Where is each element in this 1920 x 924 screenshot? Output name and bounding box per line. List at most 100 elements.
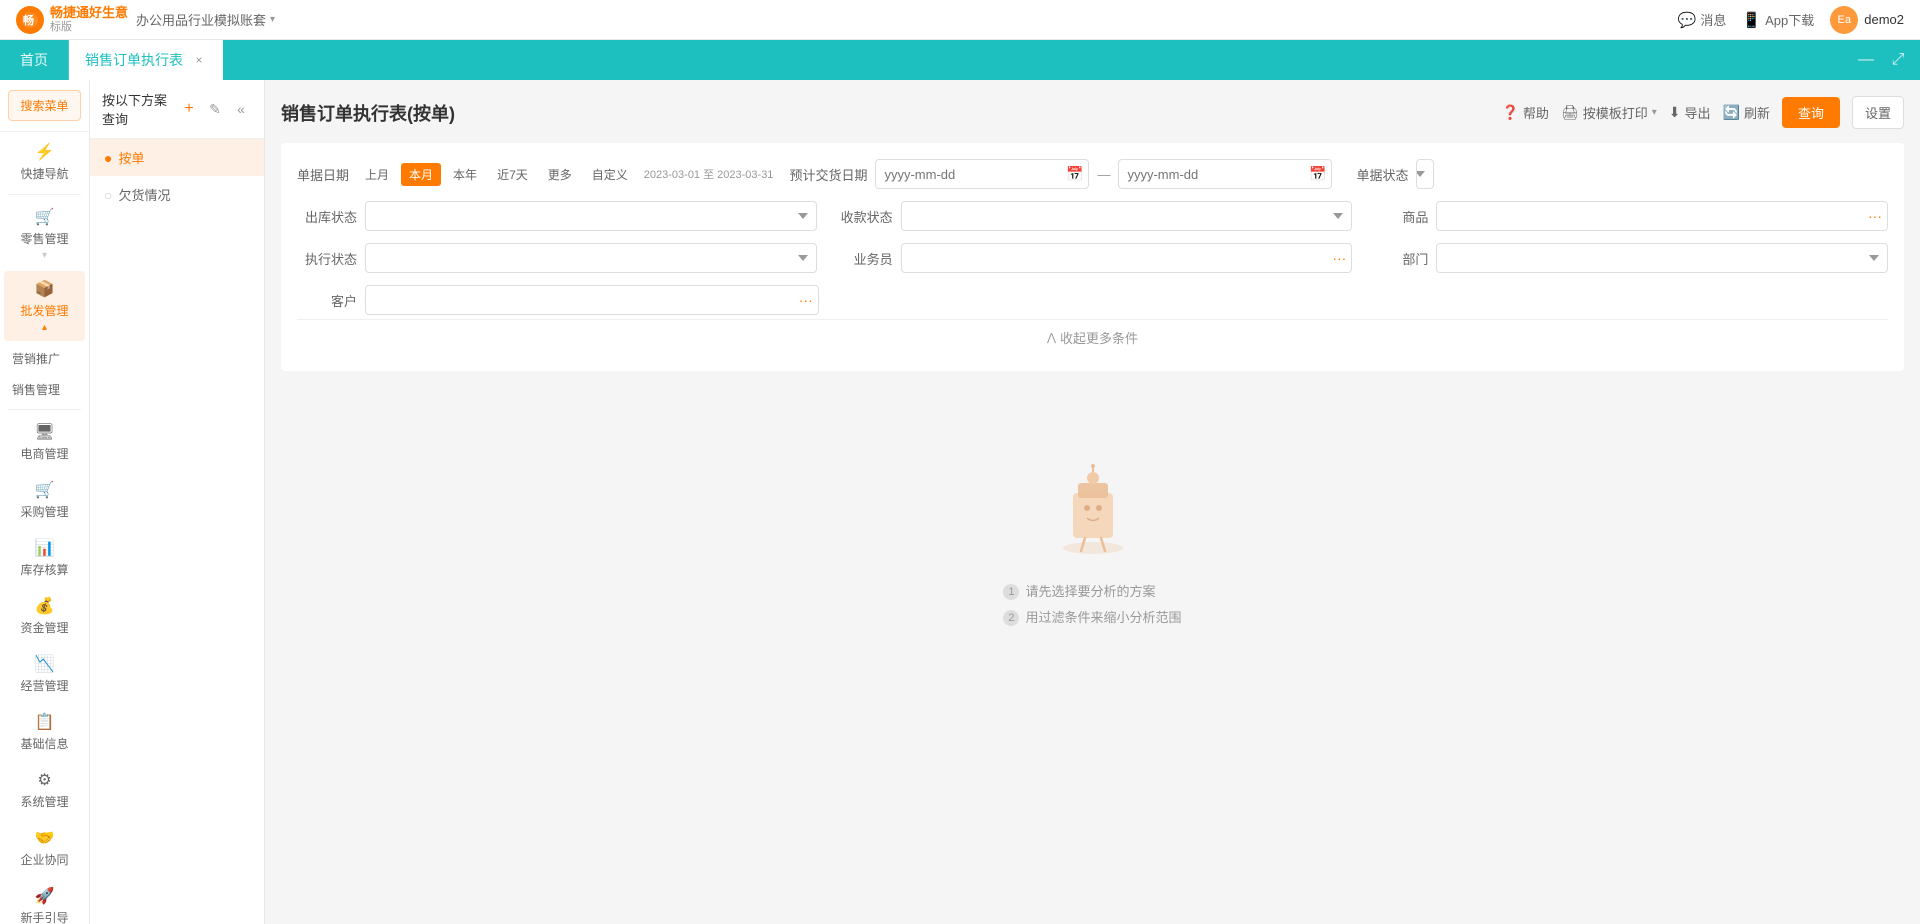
chevron-down-icon[interactable]: ▾ [270, 14, 275, 25]
user-area[interactable]: Ea demo2 [1830, 6, 1904, 34]
wholesale-arrow-icon: ▴ [42, 322, 47, 333]
header-left: 畅 畅捷通好生意 标版 办公用品行业模拟账套 ▾ [16, 5, 275, 34]
user-name: demo2 [1864, 12, 1904, 27]
edit-icon: ✎ [209, 101, 221, 118]
wholesale-label: 批发管理 [20, 302, 68, 319]
filter-row-4: 客户 ··· [297, 285, 1888, 315]
add-scheme-button[interactable]: + [178, 98, 200, 120]
page-actions: ❓ 帮助 🖨 按模板打印 ▾ ⬇ 导出 🔄 刷新 查询 [1501, 96, 1904, 129]
filter-row-1: 单据日期 上月 本月 本年 近7天 更多 自定义 2023-03-01 至 20… [297, 159, 1888, 189]
system-icon: ⚙ [37, 770, 51, 790]
expected-date-label: 预计交货日期 [789, 165, 867, 184]
refresh-label: 刷新 [1744, 103, 1770, 122]
date-label: 单据日期 [297, 165, 349, 184]
retail-label: 零售管理 [20, 230, 68, 247]
management-icon: 📉 [35, 654, 55, 674]
receive-status-select[interactable] [901, 201, 1353, 231]
sidebar-item-basic-info[interactable]: 📋 基础信息 [4, 704, 85, 760]
exec-status-label: 执行状态 [297, 249, 357, 268]
status-label: 单据状态 [1348, 165, 1408, 184]
app-download-button[interactable]: 📱 App下载 [1742, 10, 1814, 29]
scheme-label-欠货情况: 欠货情况 [118, 185, 170, 204]
app-title[interactable]: 办公用品行业模拟账套 ▾ [136, 10, 275, 29]
sidebar-item-guide[interactable]: 🚀 新手引导 [4, 878, 85, 924]
empty-tip-text-2: 用过滤条件来缩小分析范围 [1025, 605, 1181, 631]
settings-button[interactable]: 设置 [1852, 96, 1904, 129]
tab-minimize-button[interactable]: — [1852, 46, 1880, 74]
sidebar: 搜索菜单 ⚡ 快捷导航 🛒 零售管理 ▾ 📦 批发管理 ▴ 营销推广 销售管理 … [0, 80, 90, 924]
exec-status-select[interactable] [365, 243, 817, 273]
search-menu-button[interactable]: 搜索菜单 [8, 90, 81, 121]
sidebar-item-wholesale[interactable]: 📦 批发管理 ▴ [4, 271, 85, 341]
customer-input[interactable] [365, 285, 819, 315]
sidebar-item-management[interactable]: 📉 经营管理 [4, 646, 85, 702]
edit-scheme-button[interactable]: ✎ [204, 98, 226, 120]
status-filter-group: 单据状态 [1348, 159, 1888, 189]
dept-select[interactable] [1436, 243, 1888, 273]
add-icon: + [184, 100, 193, 118]
calendar-end-icon: 📅 [1309, 166, 1326, 183]
sidebar-item-retail[interactable]: 🛒 零售管理 ▾ [4, 199, 85, 269]
query-button[interactable]: 查询 [1782, 97, 1840, 128]
message-button[interactable]: 💬 消息 [1678, 10, 1727, 29]
collapse-icon: « [237, 101, 245, 117]
export-button[interactable]: ⬇ 导出 [1669, 103, 1711, 122]
sidebar-group-marketing[interactable]: 营销推广 [0, 343, 89, 374]
tab-close-button[interactable]: × [191, 52, 207, 68]
logo-line2: 标版 [50, 21, 128, 34]
date-7days-button[interactable]: 近7天 [489, 163, 536, 186]
inventory-label: 库存核算 [20, 561, 68, 578]
salesman-more-icon[interactable]: ··· [1332, 250, 1346, 266]
logo-line1: 畅捷通好生意 [50, 5, 128, 21]
refresh-button[interactable]: 🔄 刷新 [1723, 103, 1770, 122]
sidebar-item-collaboration[interactable]: 🤝 企业协同 [4, 820, 85, 876]
app-title-text: 办公用品行业模拟账套 [136, 10, 266, 29]
empty-illustration [1043, 463, 1143, 563]
finance-icon: 💰 [35, 596, 55, 616]
out-status-select[interactable] [365, 201, 817, 231]
date-custom-button[interactable]: 自定义 [584, 163, 636, 186]
scheme-item-按单[interactable]: ● 按单 [90, 139, 264, 176]
tab-home[interactable]: 首页 [0, 40, 69, 80]
goods-label: 商品 [1368, 207, 1428, 226]
scheme-item-欠货情况[interactable]: ○ 欠货情况 [90, 176, 264, 213]
customer-more-icon[interactable]: ··· [799, 292, 813, 308]
header-right: 💬 消息 📱 App下载 Ea demo2 [1678, 6, 1904, 34]
collapse-label: 收起更多条件 [1060, 328, 1138, 347]
date-year-button[interactable]: 本年 [445, 163, 485, 186]
sidebar-item-finance[interactable]: 💰 资金管理 [4, 588, 85, 644]
salesman-input[interactable] [901, 243, 1353, 273]
goods-more-icon[interactable]: ··· [1868, 208, 1882, 224]
finance-label: 资金管理 [20, 619, 68, 636]
query-label: 查询 [1798, 103, 1824, 122]
sidebar-item-purchase[interactable]: 🛒 采购管理 [4, 472, 85, 528]
date-more-button[interactable]: 更多 [540, 163, 580, 186]
sidebar-item-quick-nav[interactable]: ⚡ 快捷导航 [4, 134, 85, 190]
left-panel-header: 按以下方案查询 + ✎ « [90, 80, 264, 139]
page-title: 销售订单执行表(按单) [281, 100, 455, 126]
date-prev-month-button[interactable]: 上月 [357, 163, 397, 186]
help-button[interactable]: ❓ 帮助 [1501, 103, 1548, 122]
sidebar-item-system[interactable]: ⚙ 系统管理 [4, 762, 85, 818]
guide-icon: 🚀 [35, 886, 55, 906]
tab-maximize-button[interactable]: ⤢ [1884, 46, 1912, 74]
status-select[interactable] [1416, 159, 1434, 189]
ecommerce-icon: 🖥 [34, 422, 54, 442]
sidebar-group-sales[interactable]: 销售管理 [0, 374, 89, 405]
print-button[interactable]: 🖨 按模板打印 ▾ [1561, 103, 1657, 122]
sidebar-item-ecommerce[interactable]: 🖥 电商管理 [4, 414, 85, 470]
status-select-wrapper [1416, 159, 1888, 189]
tab-active[interactable]: 销售订单执行表 × [69, 40, 223, 80]
date-cur-month-button[interactable]: 本月 [401, 163, 441, 186]
collapse-panel-button[interactable]: « [230, 98, 252, 120]
active-scheme-icon: ● [104, 150, 112, 166]
goods-input[interactable] [1436, 201, 1888, 231]
marketing-label: 营销推广 [12, 352, 60, 366]
basic-info-icon: 📋 [35, 712, 55, 732]
receive-status-group: 收款状态 [833, 201, 1353, 231]
sidebar-item-inventory[interactable]: 📊 库存核算 [4, 530, 85, 586]
collaboration-label: 企业协同 [20, 851, 68, 868]
collapse-filter-button[interactable]: ⋀ 收起更多条件 [297, 319, 1888, 355]
expected-date-end-input[interactable] [1118, 159, 1332, 189]
expected-date-start-input[interactable] [875, 159, 1089, 189]
